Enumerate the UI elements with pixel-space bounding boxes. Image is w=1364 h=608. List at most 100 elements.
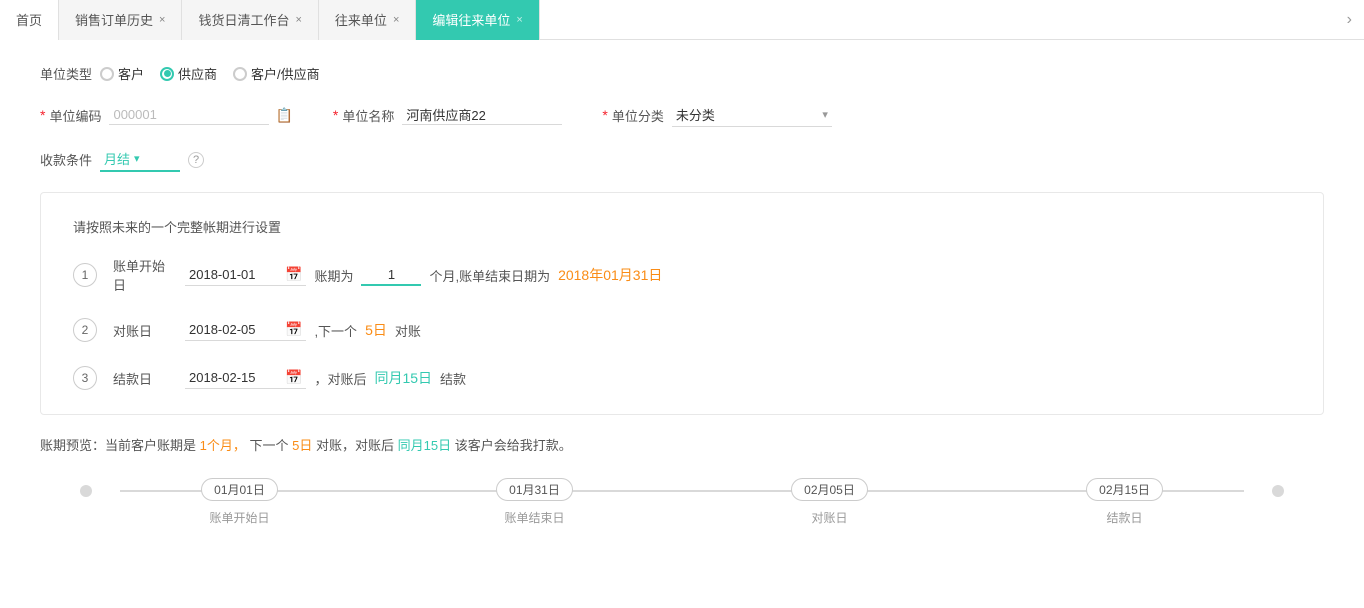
tab-sales-order-history-close-icon[interactable]: × — [159, 14, 165, 26]
row-label-3: 结款日 — [113, 369, 173, 388]
unit-category-select[interactable]: 未分类 ▾ — [672, 103, 832, 127]
preview-section: 账期预览：当前客户账期是 1个月， 下一个 5日 对账，对账后 同月15日 该客… — [40, 435, 1324, 454]
unit-code-icon[interactable]: 📋 — [275, 107, 292, 124]
unit-type-label: 单位类型 — [40, 64, 92, 83]
unit-type-row: 单位类型 客户 供应商 客户/供应商 — [40, 64, 1324, 83]
radio-both-circle — [233, 67, 247, 81]
reconcile-suffix: 对账 — [395, 321, 421, 340]
unit-name-label: 单位名称 — [342, 106, 394, 125]
reconcile-day-highlight: 5日 — [365, 320, 387, 340]
radio-supplier-circle — [160, 67, 174, 81]
preview-label: 账期预览：当前客户账期是 — [40, 438, 196, 453]
period-label-2: ,下一个 — [314, 321, 357, 340]
timeline-badge-4: 02月15日 — [1086, 478, 1163, 501]
unit-code-input[interactable] — [109, 105, 269, 125]
payment-condition-arrow-icon: ▾ — [134, 152, 140, 165]
unit-category-label: 单位分类 — [612, 106, 664, 125]
timeline-badge-3: 02月05日 — [791, 478, 868, 501]
date-field-1[interactable]: 2018-01-01 📅 — [185, 264, 306, 286]
unit-name-input[interactable] — [402, 105, 562, 125]
payment-condition-value: 月结 — [104, 149, 130, 168]
page-content: 单位类型 客户 供应商 客户/供应商 * 单位编码 📋 * 单位名称 — [0, 40, 1364, 608]
date-value-3: 2018-02-15 — [189, 370, 279, 385]
unit-code-label: 单位编码 — [49, 106, 101, 125]
timeline-label-3: 对账日 — [811, 509, 847, 526]
unit-name-group: * 单位名称 — [333, 105, 562, 125]
date-value-2: 2018-02-05 — [189, 322, 279, 337]
tab-home[interactable]: 首页 — [0, 0, 59, 40]
tab-edit-partner-label: 编辑往来单位 — [432, 10, 510, 29]
tabs-bar: 首页 销售订单历史 × 钱货日清工作台 × 往来单位 × 编辑往来单位 × › — [0, 0, 1364, 40]
timeline-badge-2: 01月31日 — [496, 478, 573, 501]
payment-condition-row: 收款条件 月结 ▾ ? — [40, 147, 1324, 172]
unit-category-value: 未分类 — [676, 105, 816, 124]
tab-partner-label: 往来单位 — [335, 10, 387, 29]
timeline-start-dot — [80, 485, 92, 497]
timeline-end-dot — [1272, 485, 1284, 497]
setting-row-1: 1 账单开始日 2018-01-01 📅 账期为 个月,账单结束日期为 2018… — [73, 256, 1291, 294]
payment-condition-select[interactable]: 月结 ▾ — [100, 147, 180, 172]
radio-both-label: 客户/供应商 — [251, 64, 320, 83]
unit-type-radio-group: 客户 供应商 客户/供应商 — [100, 64, 320, 83]
unit-category-arrow-icon: ▾ — [822, 108, 828, 121]
timeline-container: 01月01日 账单开始日 01月31日 账单结束日 02月05日 对账日 02月… — [40, 478, 1324, 526]
pay-day-highlight: 同月15日 — [374, 368, 432, 388]
period-mid-1: 个月,账单结束日期为 — [429, 266, 550, 285]
date-field-3[interactable]: 2018-02-15 📅 — [185, 367, 306, 389]
date-value-1: 2018-01-01 — [189, 267, 279, 282]
unit-name-required: * — [333, 107, 338, 123]
radio-supplier[interactable]: 供应商 — [160, 64, 217, 83]
tab-sales-order-history[interactable]: 销售订单历史 × — [59, 0, 182, 40]
tab-edit-partner[interactable]: 编辑往来单位 × — [416, 0, 539, 40]
preview-period-highlight: 1个月， — [200, 438, 246, 453]
preview-pay-suffix: 该客户会给我打款。 — [455, 438, 572, 453]
period-input[interactable] — [361, 265, 421, 286]
preview-reconcile-highlight: 5日 — [292, 438, 312, 453]
unit-info-row: * 单位编码 📋 * 单位名称 * 单位分类 未分类 ▾ — [40, 103, 1324, 127]
tab-partner[interactable]: 往来单位 × — [319, 0, 416, 40]
tab-home-label: 首页 — [16, 10, 42, 29]
calendar-icon-3[interactable]: 📅 — [285, 369, 302, 386]
settings-title: 请按照未来的一个完整帐期进行设置 — [73, 217, 1291, 236]
radio-customer-label: 客户 — [118, 64, 144, 83]
tab-sales-order-history-label: 销售订单历史 — [75, 10, 153, 29]
timeline-node-4: 02月15日 结款日 — [977, 478, 1272, 526]
setting-row-3: 3 结款日 2018-02-15 📅 ，对账后 同月15日 结款 — [73, 366, 1291, 390]
timeline-badge-1: 01月01日 — [201, 478, 278, 501]
tab-edit-partner-close-icon[interactable]: × — [516, 14, 522, 26]
unit-code-required: * — [40, 107, 45, 123]
radio-customer-circle — [100, 67, 114, 81]
tab-partner-close-icon[interactable]: × — [393, 14, 399, 26]
preview-reconcile-text: 下一个 — [250, 438, 289, 453]
row-label-1: 账单开始日 — [113, 256, 173, 294]
preview-pay-highlight: 同月15日 — [398, 438, 451, 453]
period-label-1: 账期为 — [314, 266, 353, 285]
radio-customer[interactable]: 客户 — [100, 64, 144, 83]
timeline-label-4: 结款日 — [1106, 509, 1142, 526]
radio-supplier-label: 供应商 — [178, 64, 217, 83]
settings-box: 请按照未来的一个完整帐期进行设置 1 账单开始日 2018-01-01 📅 账期… — [40, 192, 1324, 415]
row-num-1: 1 — [73, 263, 97, 287]
row-label-2: 对账日 — [113, 321, 173, 340]
period-label-3: ，对账后 — [314, 369, 366, 388]
timeline-label-1: 账单开始日 — [209, 509, 269, 526]
tabs-scroll-arrow[interactable]: › — [1335, 11, 1364, 29]
timeline-node-3: 02月05日 对账日 — [682, 478, 977, 526]
calendar-icon-2[interactable]: 📅 — [285, 321, 302, 338]
payment-help-icon[interactable]: ? — [188, 152, 204, 168]
unit-code-group: * 单位编码 📋 — [40, 105, 293, 125]
end-date-highlight: 2018年01月31日 — [558, 265, 662, 285]
calendar-icon-1[interactable]: 📅 — [285, 266, 302, 283]
unit-category-group: * 单位分类 未分类 ▾ — [602, 103, 831, 127]
tab-cash-ledger-close-icon[interactable]: × — [295, 14, 301, 26]
row-num-2: 2 — [73, 318, 97, 342]
date-field-2[interactable]: 2018-02-05 📅 — [185, 319, 306, 341]
timeline-node-1: 01月01日 账单开始日 — [92, 478, 387, 526]
setting-row-2: 2 对账日 2018-02-05 📅 ,下一个 5日 对账 — [73, 318, 1291, 342]
timeline-label-2: 账单结束日 — [504, 509, 564, 526]
tab-cash-ledger[interactable]: 钱货日清工作台 × — [182, 0, 318, 40]
preview-reconcile-suffix: 对账，对账后 — [316, 438, 394, 453]
row-num-3: 3 — [73, 366, 97, 390]
radio-both[interactable]: 客户/供应商 — [233, 64, 320, 83]
payment-condition-label: 收款条件 — [40, 150, 92, 169]
